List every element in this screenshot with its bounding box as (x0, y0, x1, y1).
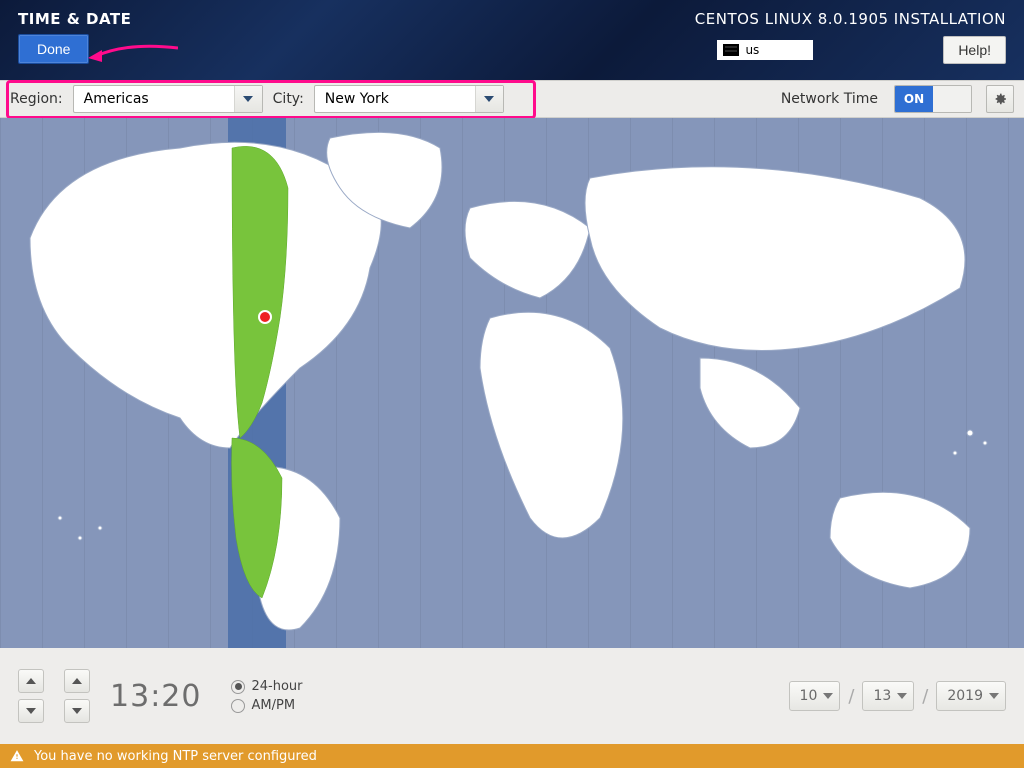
day-value: 13 (873, 688, 891, 704)
month-value: 10 (800, 688, 818, 704)
network-time-toggle[interactable]: ON (894, 85, 972, 113)
date-group: 10 / 13 / 2019 (789, 681, 1006, 711)
city-value: New York (315, 91, 475, 107)
format-ampm-radio[interactable]: AM/PM (231, 698, 302, 713)
chevron-down-icon (989, 693, 999, 699)
minutes-up-button[interactable] (64, 669, 90, 693)
warning-icon (10, 749, 24, 763)
hours-up-button[interactable] (18, 669, 44, 693)
toggle-on: ON (895, 86, 933, 112)
year-combo[interactable]: 2019 (936, 681, 1006, 711)
status-bar: You have no working NTP server configure… (0, 744, 1024, 768)
gear-icon (992, 91, 1008, 107)
time-sep: : (150, 679, 161, 714)
time-date-bar: 13 : 20 24-hour AM/PM 10 / 13 / 2019 (0, 648, 1024, 744)
product-title: CENTOS LINUX 8.0.1905 INSTALLATION (695, 10, 1006, 28)
chevron-up-icon (72, 678, 82, 684)
chevron-down-icon (475, 86, 503, 112)
city-combo[interactable]: New York (314, 85, 504, 113)
radio-dot-icon (231, 680, 245, 694)
ntp-settings-button[interactable] (986, 85, 1014, 113)
status-message: You have no working NTP server configure… (34, 749, 317, 764)
format-24h-label: 24-hour (251, 679, 302, 694)
region-label: Region: (10, 91, 63, 107)
timezone-map[interactable] (0, 118, 1024, 648)
minutes-down-button[interactable] (64, 699, 90, 723)
chevron-down-icon (823, 693, 833, 699)
chevron-down-icon (897, 693, 907, 699)
region-combo[interactable]: Americas (73, 85, 263, 113)
time-hours: 13 (110, 679, 150, 714)
date-sep: / (922, 686, 928, 707)
help-button[interactable]: Help! (943, 36, 1006, 64)
chevron-up-icon (26, 678, 36, 684)
month-combo[interactable]: 10 (789, 681, 841, 711)
format-24h-radio[interactable]: 24-hour (231, 679, 302, 694)
annotation-arrow (88, 44, 178, 64)
world-map-svg (0, 118, 1024, 648)
controls-bar: Region: Americas City: New York Network … (0, 80, 1024, 118)
network-time-label: Network Time (781, 91, 878, 107)
hours-down-button[interactable] (18, 699, 44, 723)
format-ampm-label: AM/PM (251, 698, 295, 713)
radio-dot-icon (231, 699, 245, 713)
region-value: Americas (74, 91, 234, 107)
chevron-down-icon (72, 708, 82, 714)
date-sep: / (848, 686, 854, 707)
year-value: 2019 (947, 688, 983, 704)
keyboard-layout-value: us (745, 43, 759, 57)
keyboard-layout-indicator[interactable]: us (717, 40, 813, 60)
day-combo[interactable]: 13 (862, 681, 914, 711)
city-label: City: (273, 91, 304, 107)
header: TIME & DATE Done CENTOS LINUX 8.0.1905 I… (0, 0, 1024, 80)
toggle-off (933, 86, 971, 112)
time-minutes: 20 (161, 679, 201, 714)
selected-city-marker (258, 310, 272, 324)
time-display: 13 : 20 (110, 679, 201, 714)
chevron-down-icon (234, 86, 262, 112)
keyboard-icon (723, 44, 739, 56)
done-button[interactable]: Done (18, 34, 89, 64)
chevron-down-icon (26, 708, 36, 714)
